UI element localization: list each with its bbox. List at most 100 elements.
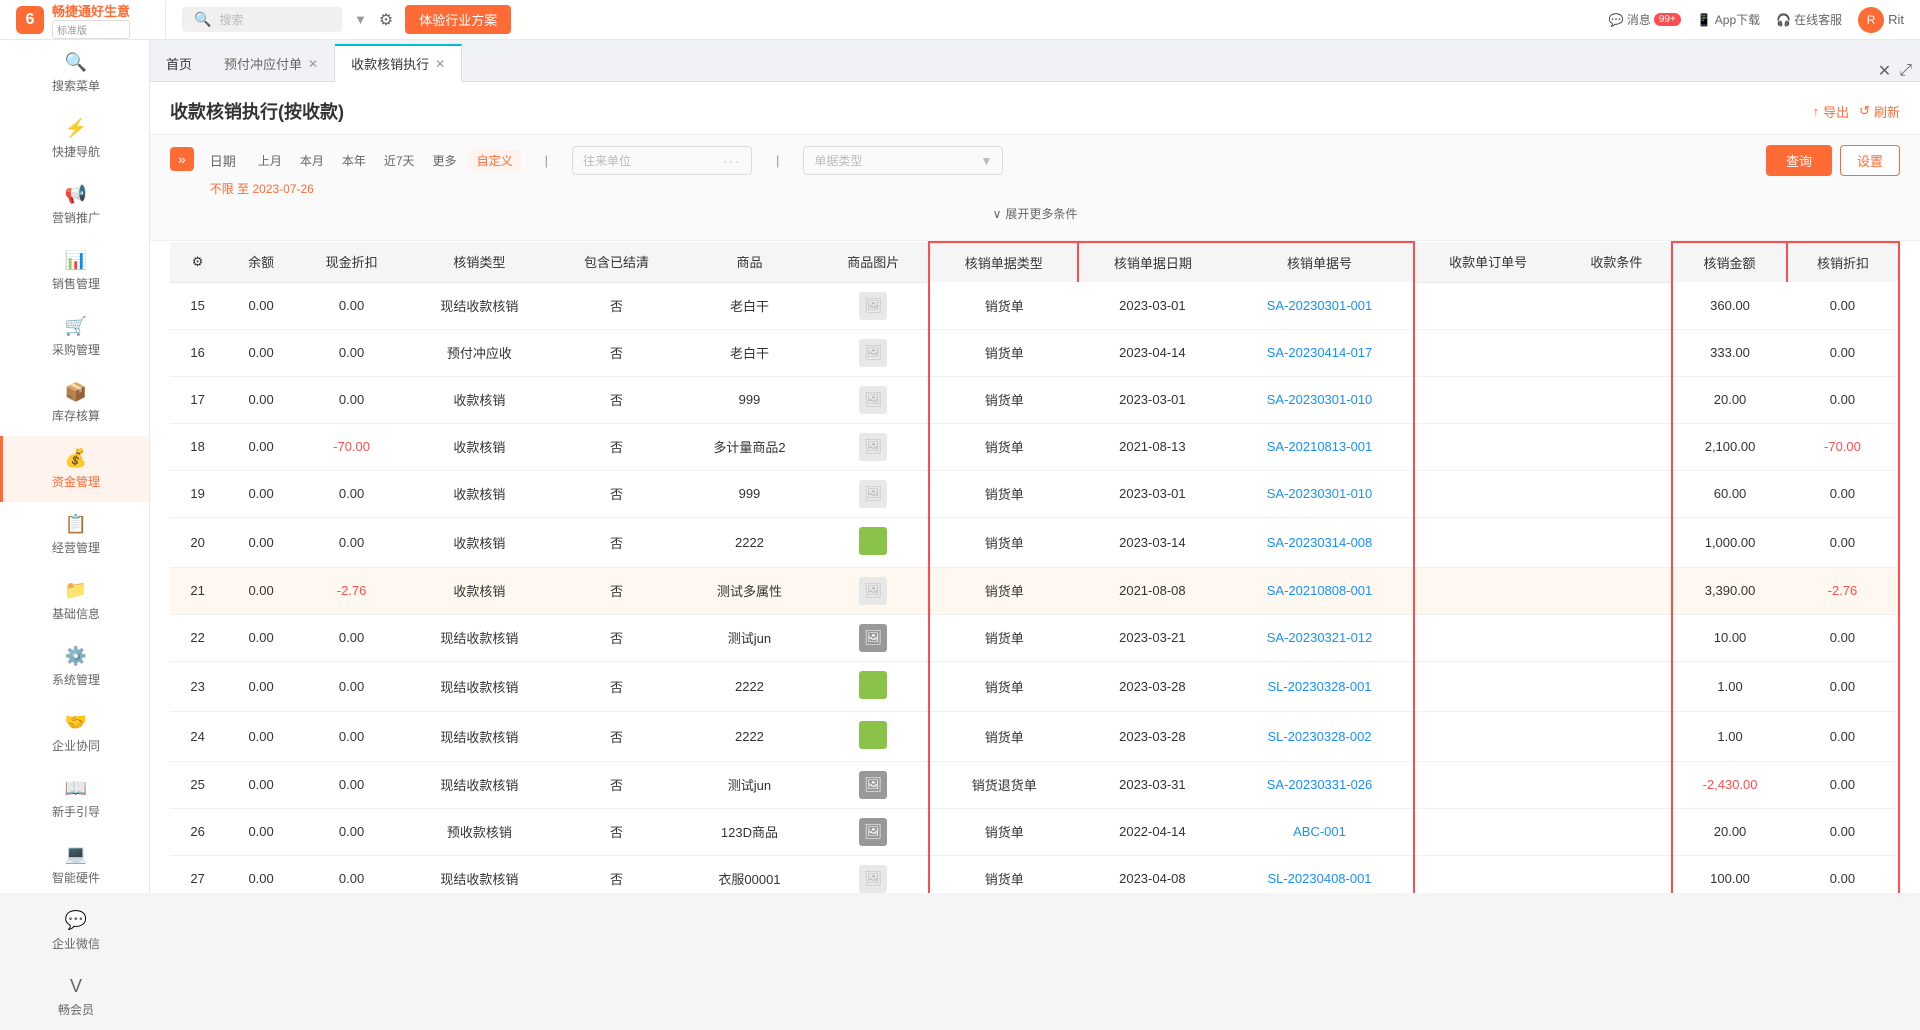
table-row: 21 0.00 -2.76 收款核销 否 测试多属性 🖼 销货单 2021-08… [170, 567, 1899, 614]
tab-expand-icon[interactable]: ⤢ [1899, 62, 1912, 80]
tab-prepay[interactable]: 预付冲应付单 ✕ [208, 46, 335, 81]
cell-bill-no: SL-20230328-002 [1226, 711, 1413, 761]
sidebar-item-purchase[interactable]: 🛒 采购管理 [0, 304, 149, 370]
cell-id: 27 [170, 855, 225, 893]
tab-home[interactable]: 首页 [150, 46, 208, 81]
bill-no-link[interactable]: SA-20230301-010 [1267, 486, 1373, 501]
cell-receipt-order [1414, 761, 1562, 808]
sidebar-item-sales[interactable]: 📊 销售管理 [0, 238, 149, 304]
bill-no-link[interactable]: SA-20230321-012 [1267, 630, 1373, 645]
tab-close-icon[interactable]: ✕ [1878, 61, 1891, 81]
cell-goods: 2222 [680, 661, 818, 711]
cell-write-off-amount: 360.00 [1672, 282, 1787, 329]
col-gear[interactable]: ⚙ [170, 242, 225, 282]
sidebar-item-finance[interactable]: 💰 资金管理 [0, 436, 149, 502]
bill-no-link[interactable]: SL-20230328-002 [1267, 729, 1371, 744]
filter-partner-field: 往来单位 ··· [572, 146, 752, 175]
settings-button[interactable]: 设置 [1840, 145, 1900, 176]
cell-receipt-order [1414, 282, 1562, 329]
cell-bill-type: 销货单 [929, 282, 1078, 329]
cell-discount: 0.00 [297, 282, 406, 329]
trial-industry-button[interactable]: 体验行业方案 [405, 5, 511, 34]
cell-type: 收款核销 [406, 470, 552, 517]
date-option-7days[interactable]: 近7天 [378, 150, 421, 171]
sidebar-item-system[interactable]: ⚙️ 系统管理 [0, 634, 149, 700]
sidebar-item-shortcuts[interactable]: ⚡ 快捷导航 [0, 106, 149, 172]
search-input[interactable]: 🔍 搜索 [182, 7, 342, 32]
bill-no-link[interactable]: SA-20230301-010 [1267, 392, 1373, 407]
cell-write-off-discount: 0.00 [1787, 329, 1899, 376]
app-download-area[interactable]: 📱 App下载 [1697, 11, 1760, 28]
date-option-custom[interactable]: 自定义 [469, 150, 521, 171]
member-icon: V [70, 976, 82, 997]
cell-id: 21 [170, 567, 225, 614]
bill-no-link[interactable]: SA-20230314-008 [1267, 535, 1373, 550]
table-row: 24 0.00 0.00 现结收款核销 否 2222 销货单 2023-03-2… [170, 711, 1899, 761]
sidebar-item-guide[interactable]: 📖 新手引导 [0, 766, 149, 832]
tab-bar-actions: ✕ ⤢ [1870, 61, 1920, 81]
cell-write-off-amount: 10.00 [1672, 614, 1787, 661]
cell-bill-no: SA-20230321-012 [1226, 614, 1413, 661]
goods-image: 🖼 [859, 624, 887, 652]
sidebar-item-collab[interactable]: 🤝 企业协同 [0, 700, 149, 766]
system-icon: ⚙️ [65, 646, 87, 667]
tab-writeoff[interactable]: 收款核销执行 ✕ [335, 44, 462, 82]
sidebar-item-search[interactable]: 🔍 搜索菜单 [0, 40, 149, 106]
sidebar-item-inventory[interactable]: 📦 库存核算 [0, 370, 149, 436]
bill-no-link[interactable]: ABC-001 [1293, 824, 1346, 839]
date-option-last-month[interactable]: 上月 [252, 150, 288, 171]
cell-goods: 2222 [680, 517, 818, 567]
tab-prepay-close[interactable]: ✕ [308, 57, 318, 71]
date-option-more[interactable]: 更多 [427, 150, 463, 171]
gear-icon[interactable]: ⚙ [379, 10, 393, 30]
partner-input[interactable]: 往来单位 ··· [572, 146, 752, 175]
col-bill-type: 核销单据类型 [929, 242, 1078, 282]
cell-goods: 测试多属性 [680, 567, 818, 614]
finance-icon: 💰 [65, 448, 87, 469]
query-button[interactable]: 查询 [1766, 145, 1832, 176]
col-write-off-discount: 核销折扣 [1787, 242, 1899, 282]
operations-icon: 📋 [65, 514, 87, 535]
brand-info: 畅捷通好生意 标准版 [52, 1, 130, 39]
refresh-button[interactable]: ↺ 刷新 [1859, 102, 1900, 121]
user-area[interactable]: R Rit [1858, 7, 1904, 33]
goods-image: 🖼 [859, 818, 887, 846]
app-logo-icon: 6 [16, 6, 44, 34]
bill-no-link[interactable]: SA-20230301-001 [1267, 298, 1373, 313]
sidebar-item-basics[interactable]: 📁 基础信息 [0, 568, 149, 634]
bill-no-link[interactable]: SA-20210813-001 [1267, 439, 1373, 454]
cell-goods: 老白干 [680, 282, 818, 329]
bill-no-link[interactable]: SA-20230331-026 [1267, 777, 1373, 792]
cell-id: 20 [170, 517, 225, 567]
date-option-this-year[interactable]: 本年 [336, 150, 372, 171]
bill-no-link[interactable]: SA-20230414-017 [1267, 345, 1373, 360]
cell-type: 收款核销 [406, 423, 552, 470]
bill-no-link[interactable]: SL-20230328-001 [1267, 679, 1371, 694]
bill-no-link[interactable]: SL-20230408-001 [1267, 871, 1371, 886]
cell-bill-date: 2022-04-14 [1078, 808, 1226, 855]
cell-write-off-discount: 0.00 [1787, 376, 1899, 423]
top-bar: 6 畅捷通好生意 标准版 🔍 搜索 ▼ ⚙ 体验行业方案 💬 消息 99+ 📱 … [0, 0, 1920, 40]
tab-writeoff-close[interactable]: ✕ [435, 57, 445, 71]
sidebar-item-wechat[interactable]: 💬 企业微信 [0, 898, 149, 964]
cell-type: 现结收款核销 [406, 282, 552, 329]
expand-more-btn[interactable]: ∨ 展开更多条件 [993, 205, 1078, 222]
cell-goods: 999 [680, 470, 818, 517]
sidebar-item-member[interactable]: V 畅会员 [0, 964, 149, 1030]
bill-type-select[interactable]: 单据类型 ▼ [803, 146, 1003, 175]
bill-no-link[interactable]: SA-20210808-001 [1267, 583, 1373, 598]
cell-bill-date: 2023-03-28 [1078, 711, 1226, 761]
sidebar-item-marketing[interactable]: 📢 营销推广 [0, 172, 149, 238]
notification-area[interactable]: 💬 消息 99+ [1609, 11, 1681, 28]
filter-toggle-btn[interactable]: » [170, 147, 194, 171]
goods-image: 🖼 [859, 771, 887, 799]
cell-goods: 123D商品 [680, 808, 818, 855]
date-option-this-month[interactable]: 本月 [294, 150, 330, 171]
sidebar-item-hardware[interactable]: 💻 智能硬件 [0, 832, 149, 898]
online-service-area[interactable]: 🎧 在线客服 [1776, 11, 1842, 28]
dropdown-arrow-icon: ▼ [354, 12, 367, 27]
sidebar-item-operations[interactable]: 📋 经营管理 [0, 502, 149, 568]
cell-id: 25 [170, 761, 225, 808]
export-button[interactable]: ↑ 导出 [1813, 102, 1850, 121]
col-receipt-cond: 收款条件 [1562, 242, 1673, 282]
